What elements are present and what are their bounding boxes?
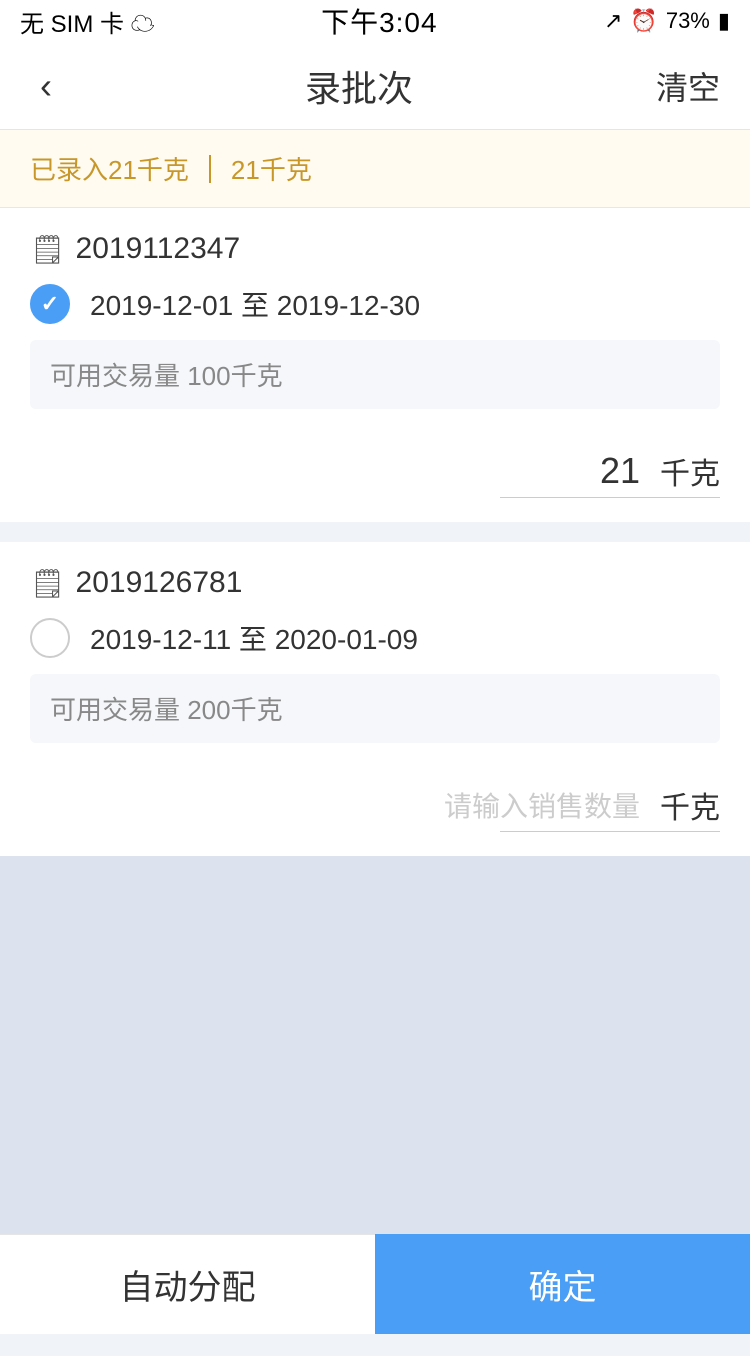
radio-select-1[interactable] [30,284,70,324]
quantity-unit-1: 千克 [660,449,720,493]
quantity-unit-2: 千克 [660,783,720,827]
status-time: 下午3:04 [321,1,438,41]
radio-select-2[interactable] [30,618,70,658]
empty-area [0,856,750,1256]
batch-header-1: 🗒 2019112347 [0,208,750,276]
quantity-placeholder-2[interactable]: 请输入销售数量 [444,785,640,825]
confirm-button[interactable]: 确定 [375,1234,750,1334]
quantity-input-1: 21 千克 [600,449,720,493]
battery-icon: ▮ [718,8,730,34]
batch-date-1: 2019-12-01 至 2019-12-30 [90,284,420,324]
batch-avail-text-2: 可用交易量 200千克 [50,695,283,725]
battery-label: 73% [666,8,710,34]
batch-id-2: 2019126781 [76,566,243,600]
quantity-row-2: 请输入销售数量 千克 [0,767,750,856]
back-button[interactable]: ‹ [30,55,62,117]
recorded-value: 21千克 [231,150,312,187]
page-title: 录批次 [305,60,413,112]
location-icon: ↗ [604,8,622,34]
batch-avail-1: 可用交易量 100千克 [30,340,720,409]
batch-card-1: 🗒 2019112347 2019-12-01 至 2019-12-30 可用交… [0,208,750,522]
quantity-underline-1 [500,497,720,498]
batch-icon-2: 🗒 [30,567,66,600]
recorded-label: 已录入21千克 [30,150,189,187]
quantity-underline-wrap-2: 请输入销售数量 千克 [444,783,720,832]
info-bar: 已录入21千克 21千克 [0,130,750,208]
info-divider [209,155,211,183]
sim-label: 无 SIM 卡 ☁ [20,4,155,39]
batch-header-2: 🗒 2019126781 [0,542,750,610]
batch-avail-2: 可用交易量 200千克 [30,674,720,743]
quantity-underline-wrap-1: 21 千克 [500,449,720,498]
batch-icon-1: 🗒 [30,233,66,266]
batch-date-2: 2019-12-11 至 2020-01-09 [90,618,418,658]
alarm-icon: ⏰ [630,8,657,34]
quantity-input-2: 请输入销售数量 千克 [444,783,720,827]
quantity-underline-2 [500,831,720,832]
batch-id-1: 2019112347 [76,232,241,266]
auto-distribute-button[interactable]: 自动分配 [0,1234,375,1334]
batch-row-1[interactable]: 2019-12-01 至 2019-12-30 [0,276,750,332]
section-divider [0,522,750,542]
quantity-row-1: 21 千克 [0,433,750,522]
status-bar: 无 SIM 卡 ☁ 下午3:04 ↗ ⏰ 73% ▮ [0,0,750,42]
nav-bar: ‹ 录批次 清空 [0,42,750,130]
status-left: 无 SIM 卡 ☁ [20,4,155,39]
batch-row-2[interactable]: 2019-12-11 至 2020-01-09 [0,610,750,666]
quantity-value-1[interactable]: 21 [600,450,640,492]
clear-button[interactable]: 清空 [656,63,720,109]
status-right: ↗ ⏰ 73% ▮ [604,8,730,34]
bottom-bar: 自动分配 确定 [0,1234,750,1334]
batch-card-2: 🗒 2019126781 2019-12-11 至 2020-01-09 可用交… [0,542,750,856]
batch-avail-text-1: 可用交易量 100千克 [50,361,283,391]
